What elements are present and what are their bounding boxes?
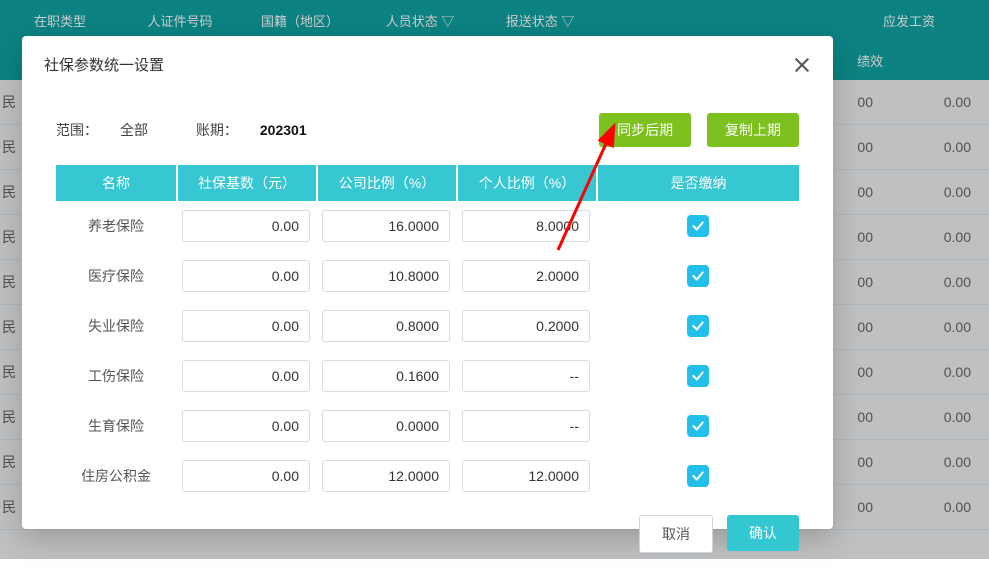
th-base: 社保基数（元） (176, 165, 316, 201)
sync-next-period-button[interactable]: 同步后期 (599, 113, 691, 147)
personal-input[interactable] (462, 310, 590, 342)
pay-checkbox[interactable] (687, 415, 709, 437)
company-input[interactable] (322, 460, 450, 492)
confirm-button[interactable]: 确认 (727, 515, 799, 551)
personal-input[interactable] (462, 210, 590, 242)
base-input[interactable] (182, 210, 310, 242)
personal-input[interactable] (462, 410, 590, 442)
personal-input[interactable] (462, 360, 590, 392)
th-name: 名称 (56, 165, 176, 201)
cancel-button[interactable]: 取消 (639, 515, 713, 553)
base-input[interactable] (182, 460, 310, 492)
th-personal-rate: 个人比例（%） (456, 165, 596, 201)
company-input[interactable] (322, 260, 450, 292)
dialog-meta: 范围： 全部 账期： 202301 (56, 120, 329, 140)
copy-previous-period-button[interactable]: 复制上期 (707, 113, 799, 147)
company-input[interactable] (322, 360, 450, 392)
th-pay: 是否缴纳 (596, 165, 799, 201)
row-name: 失业保险 (56, 301, 176, 351)
base-input[interactable] (182, 360, 310, 392)
dialog-title: 社保参数统一设置 (44, 54, 164, 75)
personal-input[interactable] (462, 460, 590, 492)
row-name: 养老保险 (56, 201, 176, 251)
th-company-rate: 公司比例（%） (316, 165, 456, 201)
table-row: 失业保险 (56, 301, 799, 351)
company-input[interactable] (322, 210, 450, 242)
social-insurance-settings-dialog: 社保参数统一设置 范围： 全部 账期： 202301 同步后期 复制上期 (22, 36, 833, 529)
pay-checkbox[interactable] (687, 315, 709, 337)
base-input[interactable] (182, 260, 310, 292)
scope-value: 全部 (120, 122, 148, 138)
table-row: 养老保险 (56, 201, 799, 251)
row-name: 医疗保险 (56, 251, 176, 301)
insurance-params-table: 名称 社保基数（元） 公司比例（%） 个人比例（%） 是否缴纳 养老保险医疗保险… (56, 165, 799, 501)
table-row: 工伤保险 (56, 351, 799, 401)
personal-input[interactable] (462, 260, 590, 292)
pay-checkbox[interactable] (687, 265, 709, 287)
table-row: 医疗保险 (56, 251, 799, 301)
company-input[interactable] (322, 310, 450, 342)
company-input[interactable] (322, 410, 450, 442)
pay-checkbox[interactable] (687, 465, 709, 487)
table-row: 生育保险 (56, 401, 799, 451)
scope-label: 范围： (56, 122, 98, 138)
base-input[interactable] (182, 410, 310, 442)
row-name: 工伤保险 (56, 351, 176, 401)
base-input[interactable] (182, 310, 310, 342)
period-value: 202301 (260, 122, 307, 138)
pay-checkbox[interactable] (687, 215, 709, 237)
table-row: 住房公积金 (56, 451, 799, 501)
row-name: 生育保险 (56, 401, 176, 451)
period-label: 账期： (196, 122, 238, 138)
close-icon[interactable] (793, 56, 811, 74)
pay-checkbox[interactable] (687, 365, 709, 387)
row-name: 住房公积金 (56, 451, 176, 501)
